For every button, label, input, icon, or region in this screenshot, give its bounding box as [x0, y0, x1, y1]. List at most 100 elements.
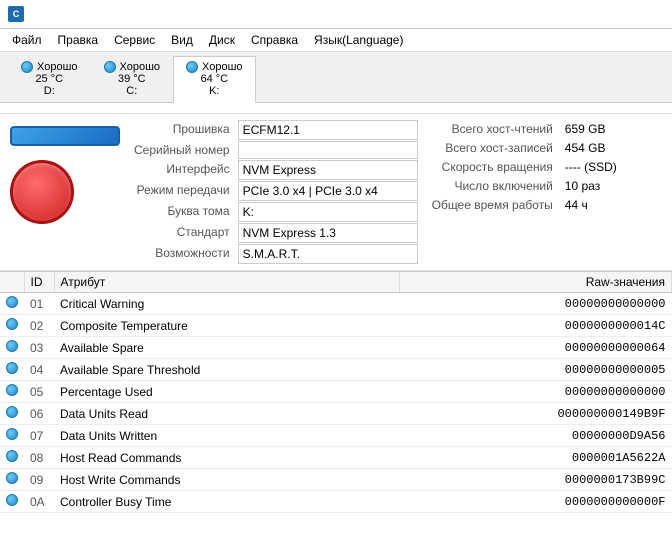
table-row[interactable]: 06 Data Units Read 000000000149B9F	[0, 403, 672, 425]
center-label-0: Прошивка	[130, 120, 234, 140]
table-row[interactable]: 05 Percentage Used 00000000000000	[0, 381, 672, 403]
row-status-icon-5	[6, 406, 18, 418]
row-icon-cell-0	[0, 293, 24, 315]
row-name-6: Data Units Written	[54, 425, 399, 447]
row-name-4: Percentage Used	[54, 381, 399, 403]
table-row[interactable]: 03 Available Spare 00000000000064	[0, 337, 672, 359]
center-label-2: Интерфейс	[130, 160, 234, 180]
row-icon-cell-6	[0, 425, 24, 447]
row-id-6: 07	[24, 425, 54, 447]
menu-item-правка[interactable]: Правка	[50, 31, 107, 49]
minimize-button[interactable]	[614, 7, 628, 21]
row-id-9: 0A	[24, 491, 54, 513]
row-id-7: 08	[24, 447, 54, 469]
row-status-icon-9	[6, 494, 18, 506]
row-name-7: Host Read Commands	[54, 447, 399, 469]
col-icon	[0, 272, 24, 293]
row-icon-cell-1	[0, 315, 24, 337]
tab-drive-2: K:	[209, 85, 219, 97]
row-raw-4: 00000000000000	[399, 381, 671, 403]
maximize-button[interactable]	[632, 7, 646, 21]
row-name-9: Controller Busy Time	[54, 491, 399, 513]
tab-drive-0: D:	[44, 85, 55, 97]
center-value-4: K:	[238, 202, 418, 222]
table-row[interactable]: 08 Host Read Commands 0000001A5622A	[0, 447, 672, 469]
right-label-2: Скорость вращения	[428, 158, 557, 176]
tab-status-1: Хорошо	[104, 61, 161, 73]
menu-item-вид[interactable]: Вид	[163, 31, 201, 49]
menu-item-справка[interactable]: Справка	[243, 31, 306, 49]
row-id-8: 09	[24, 469, 54, 491]
drive-tab-0[interactable]: Хорошо 25 °C D:	[8, 56, 91, 102]
row-name-5: Data Units Read	[54, 403, 399, 425]
menu-item-сервис[interactable]: Сервис	[106, 31, 163, 49]
row-icon-cell-9	[0, 491, 24, 513]
center-label-6: Возможности	[130, 244, 234, 264]
col-raw: Raw-значения	[399, 272, 671, 293]
drive-tabs: Хорошо 25 °C D: Хорошо 39 °C C: Хорошо 6…	[0, 52, 672, 103]
temp-badge	[10, 160, 74, 224]
center-value-6: S.M.A.R.T.	[238, 244, 418, 264]
table-container[interactable]: ID Атрибут Raw-значения 01 Critical Warn…	[0, 272, 672, 547]
row-raw-8: 0000000173B99C	[399, 469, 671, 491]
row-raw-7: 0000001A5622A	[399, 447, 671, 469]
tab-status-label-2: Хорошо	[202, 61, 243, 73]
right-label-1: Всего хост-записей	[428, 139, 557, 157]
table-row[interactable]: 09 Host Write Commands 0000000173B99C	[0, 469, 672, 491]
row-icon-cell-8	[0, 469, 24, 491]
right-value-0: 659 GB	[561, 120, 672, 138]
row-id-2: 03	[24, 337, 54, 359]
menu-item-файл[interactable]: Файл	[4, 31, 50, 49]
tab-temp-2: 64 °C	[200, 73, 228, 85]
table-row[interactable]: 07 Data Units Written 00000000D9A56	[0, 425, 672, 447]
tab-drive-1: C:	[126, 85, 137, 97]
row-name-2: Available Spare	[54, 337, 399, 359]
table-row[interactable]: 01 Critical Warning 00000000000000	[0, 293, 672, 315]
table-row[interactable]: 0A Controller Busy Time 0000000000000F	[0, 491, 672, 513]
table-section: ID Атрибут Raw-значения 01 Critical Warn…	[0, 271, 672, 547]
right-value-3: 10 раз	[561, 177, 672, 195]
tab-status-0: Хорошо	[21, 61, 78, 73]
row-raw-9: 0000000000000F	[399, 491, 671, 513]
row-status-icon-6	[6, 428, 18, 440]
window-controls	[614, 7, 664, 21]
row-id-1: 02	[24, 315, 54, 337]
col-name: Атрибут	[54, 272, 399, 293]
left-panel	[10, 120, 120, 264]
status-dot-2	[186, 61, 198, 73]
row-icon-cell-7	[0, 447, 24, 469]
row-icon-cell-4	[0, 381, 24, 403]
app-icon: C	[8, 6, 24, 22]
row-id-5: 06	[24, 403, 54, 425]
table-row[interactable]: 04 Available Spare Threshold 00000000000…	[0, 359, 672, 381]
attributes-table: ID Атрибут Raw-значения 01 Critical Warn…	[0, 272, 672, 513]
drive-tab-2[interactable]: Хорошо 64 °C K:	[173, 56, 256, 103]
menu-bar: ФайлПравкаСервисВидДискСправкаЯзык(Langu…	[0, 29, 672, 52]
center-label-4: Буква тома	[130, 202, 234, 222]
close-button[interactable]	[650, 7, 664, 21]
menu-item-язык(language)[interactable]: Язык(Language)	[306, 31, 411, 49]
menu-item-диск[interactable]: Диск	[201, 31, 243, 49]
row-name-0: Critical Warning	[54, 293, 399, 315]
tab-temp-0: 25 °C	[35, 73, 63, 85]
center-panel: ПрошивкаECFM12.1Серийный номерИнтерфейсN…	[130, 120, 418, 264]
status-dot-0	[21, 61, 33, 73]
tab-status-2: Хорошо	[186, 61, 243, 73]
row-status-icon-2	[6, 340, 18, 352]
row-name-8: Host Write Commands	[54, 469, 399, 491]
center-value-3: PCIe 3.0 x4 | PCIe 3.0 x4	[238, 181, 418, 201]
row-name-1: Composite Temperature	[54, 315, 399, 337]
right-label-3: Число включений	[428, 177, 557, 195]
row-id-3: 04	[24, 359, 54, 381]
tab-status-label-1: Хорошо	[120, 61, 161, 73]
row-raw-2: 00000000000064	[399, 337, 671, 359]
table-row[interactable]: 02 Composite Temperature 0000000000014C	[0, 315, 672, 337]
right-value-2: ---- (SSD)	[561, 158, 672, 176]
row-name-3: Available Spare Threshold	[54, 359, 399, 381]
right-value-4: 44 ч	[561, 196, 672, 214]
col-id: ID	[24, 272, 54, 293]
drive-tab-1[interactable]: Хорошо 39 °C C:	[91, 56, 174, 102]
center-label-3: Режим передачи	[130, 181, 234, 201]
row-status-icon-3	[6, 362, 18, 374]
row-id-4: 05	[24, 381, 54, 403]
